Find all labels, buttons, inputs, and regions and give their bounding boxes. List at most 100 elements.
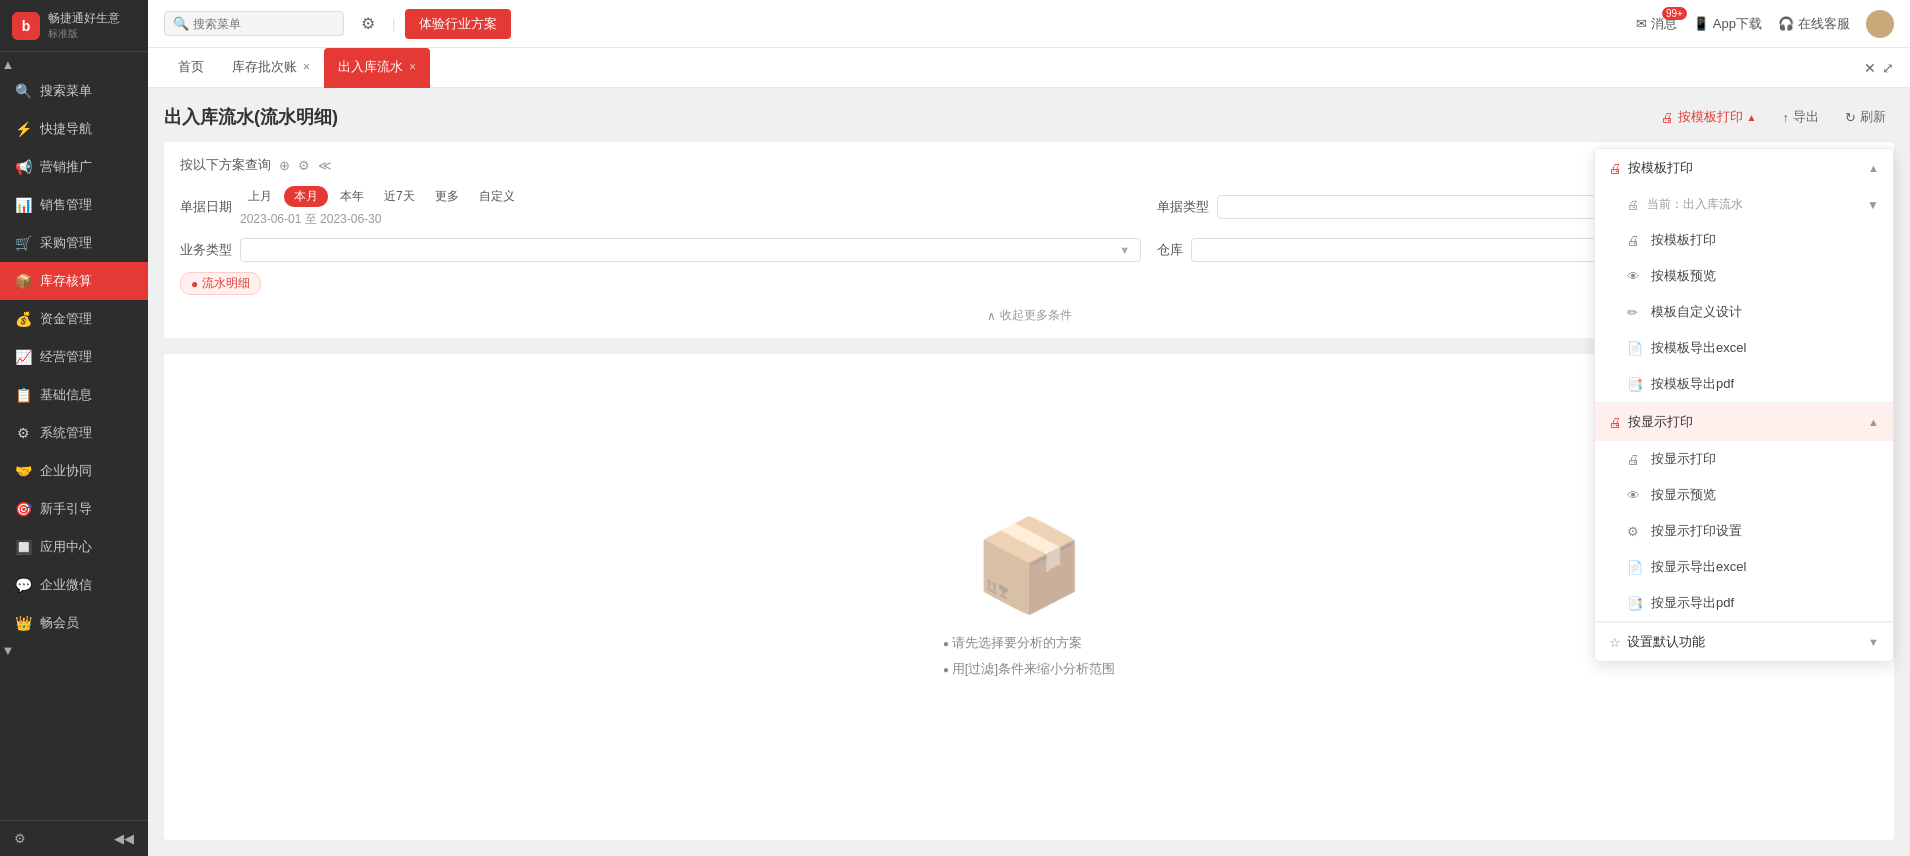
filter-header-label: 按以下方案查询 (180, 156, 271, 174)
sidebar-item-wechat[interactable]: 💬 企业微信 (0, 566, 148, 604)
crown-icon: 👑 (14, 615, 32, 631)
print-template-button[interactable]: 🖨 按模板打印 ▲ (1653, 104, 1765, 130)
flow-detail-tag[interactable]: ● 流水明细 (180, 272, 261, 295)
tab-flow-close[interactable]: × (409, 60, 416, 74)
template-current-icon: 🖨 (1627, 198, 1639, 212)
sidebar-item-label: 营销推广 (40, 158, 92, 176)
template-print-item[interactable]: 🖨 按模板打印 (1595, 222, 1893, 258)
sidebar-item-system[interactable]: ⚙ 系统管理 (0, 414, 148, 452)
tab-flow[interactable]: 出入库流水 × (324, 48, 430, 88)
megaphone-icon: 📢 (14, 159, 32, 175)
topbar-search-box[interactable]: 🔍 (164, 11, 344, 36)
sidebar-item-search[interactable]: 🔍 搜索菜单 (0, 72, 148, 110)
handshake-icon: 🤝 (14, 463, 32, 479)
sidebar-item-purchase[interactable]: 🛒 采购管理 (0, 224, 148, 262)
topbar-gear-button[interactable]: ⚙ (354, 10, 382, 38)
sidebar-item-cooperation[interactable]: 🤝 企业协同 (0, 452, 148, 490)
topbar-divider: | (392, 16, 395, 31)
template-print-header[interactable]: 🖨 按模板打印 ▲ (1595, 149, 1893, 187)
business-type-label: 业务类型 (180, 241, 232, 259)
page-title: 出入库流水(流水明细) (164, 105, 338, 129)
message-icon: ✉ (1636, 16, 1647, 31)
date-btn-7days[interactable]: 近7天 (376, 186, 423, 207)
display-preview-item[interactable]: 👁 按显示预览 (1595, 477, 1893, 513)
user-avatar[interactable] (1866, 10, 1894, 38)
sidebar-item-label: 应用中心 (40, 538, 92, 556)
tab-batch-close[interactable]: × (303, 60, 310, 74)
main-area: 🔍 ⚙ | 体验行业方案 ✉ 消息 99+ 📱 App下载 🎧 在线客服 (148, 0, 1910, 856)
business-type-dropdown[interactable]: ▼ (240, 238, 1141, 262)
sidebar-item-marketing[interactable]: 📢 营销推广 (0, 148, 148, 186)
display-export-excel-item[interactable]: 📄 按显示导出excel (1595, 549, 1893, 585)
template-export-excel-item[interactable]: 📄 按模板导出excel (1595, 330, 1893, 366)
grid-icon: 🔲 (14, 539, 32, 555)
search-input[interactable] (193, 17, 335, 31)
sidebar-item-finance[interactable]: 💰 资金管理 (0, 300, 148, 338)
tab-batch[interactable]: 库存批次账 × (218, 48, 324, 88)
filter-collapse-icon[interactable]: ≪ (318, 158, 332, 173)
pdf-icon: 📑 (1627, 377, 1643, 392)
filter-date-field: 单据日期 上月 本月 本年 近7天 更多 自定义 2023-06-01 至 20… (180, 186, 1141, 228)
template-design-item[interactable]: ✏ 模板自定义设计 (1595, 294, 1893, 330)
topbar: 🔍 ⚙ | 体验行业方案 ✉ 消息 99+ 📱 App下载 🎧 在线客服 (148, 0, 1910, 48)
clipboard-icon: 📋 (14, 387, 32, 403)
refresh-button[interactable]: ↻ 刷新 (1837, 104, 1894, 130)
set-default-button[interactable]: ☆ 设置默认功能 ▼ (1595, 622, 1893, 661)
display-printer-icon: 🖨 (1627, 452, 1643, 467)
settings-gear-icon[interactable]: ⚙ (14, 831, 26, 846)
date-btn-this-year[interactable]: 本年 (332, 186, 372, 207)
tab-close-all-icon[interactable]: ✕ (1864, 60, 1876, 76)
sidebar-collapse-icon[interactable]: ◀◀ (114, 831, 134, 846)
chat-icon: 💬 (14, 577, 32, 593)
display-print-item[interactable]: 🖨 按显示打印 (1595, 441, 1893, 477)
topbar-right: ✉ 消息 99+ 📱 App下载 🎧 在线客服 (1636, 10, 1894, 38)
display-print-header[interactable]: 🖨 按显示打印 ▲ (1595, 403, 1893, 441)
export-button[interactable]: ↑ 导出 (1775, 104, 1828, 130)
sidebar-footer: ⚙ ◀◀ (0, 820, 148, 856)
sidebar-item-app-center[interactable]: 🔲 应用中心 (0, 528, 148, 566)
filter-business-field: 业务类型 ▼ (180, 238, 1141, 262)
sidebar-item-inventory[interactable]: 📦 库存核算 (0, 262, 148, 300)
sidebar: b 畅捷通好生意 标准版 ▲ 🔍 搜索菜单 ⚡ 快捷导航 📢 营销推广 📊 销售… (0, 0, 148, 856)
trial-button[interactable]: 体验行业方案 (405, 9, 511, 39)
display-export-pdf-item[interactable]: 📑 按显示导出pdf (1595, 585, 1893, 621)
sidebar-item-operation[interactable]: 📈 经营管理 (0, 338, 148, 376)
search-icon: 🔍 (14, 83, 32, 99)
date-btn-last-month[interactable]: 上月 (240, 186, 280, 207)
sidebar-item-sales[interactable]: 📊 销售管理 (0, 186, 148, 224)
tab-expand-icon[interactable]: ⤢ (1882, 60, 1894, 76)
display-eye-icon: 👁 (1627, 488, 1643, 503)
date-btn-custom[interactable]: 自定义 (471, 186, 523, 207)
app-download-button[interactable]: 📱 App下载 (1693, 15, 1762, 33)
template-current-item[interactable]: 🖨 当前：出入库流水 ▼ (1595, 187, 1893, 222)
headset-icon: 🎧 (1778, 16, 1794, 31)
sidebar-item-label: 快捷导航 (40, 120, 92, 138)
sidebar-item-label: 企业微信 (40, 576, 92, 594)
sidebar-item-basic[interactable]: 📋 基础信息 (0, 376, 148, 414)
template-preview-item[interactable]: 👁 按模板预览 (1595, 258, 1893, 294)
sidebar-nav: ▲ 🔍 搜索菜单 ⚡ 快捷导航 📢 营销推广 📊 销售管理 🛒 采购管理 📦 库… (0, 52, 148, 820)
warehouse-label: 仓库 (1157, 241, 1183, 259)
sidebar-scroll-up[interactable]: ▲ (0, 56, 16, 72)
display-print-settings-item[interactable]: ⚙ 按显示打印设置 (1595, 513, 1893, 549)
date-btn-more[interactable]: 更多 (427, 186, 467, 207)
filter-settings-icon[interactable]: ⚙ (298, 158, 310, 173)
sidebar-item-label: 搜索菜单 (40, 82, 92, 100)
chart-icon: 📊 (14, 197, 32, 213)
app-logo-icon: b (12, 12, 40, 40)
eye-icon: 👁 (1627, 269, 1643, 284)
message-button[interactable]: ✉ 消息 99+ (1636, 15, 1677, 33)
online-service-button[interactable]: 🎧 在线客服 (1778, 15, 1850, 33)
tab-home[interactable]: 首页 (164, 48, 218, 88)
sidebar-item-label: 销售管理 (40, 196, 92, 214)
sidebar-logo: b 畅捷通好生意 标准版 (0, 0, 148, 52)
doc-type-label: 单据类型 (1157, 198, 1209, 216)
sidebar-item-guide[interactable]: 🎯 新手引导 (0, 490, 148, 528)
sidebar-item-member[interactable]: 👑 畅会员 (0, 604, 148, 642)
sidebar-scroll-down[interactable]: ▼ (0, 642, 16, 658)
template-export-pdf-item[interactable]: 📑 按模板导出pdf (1595, 366, 1893, 402)
date-btn-this-month[interactable]: 本月 (284, 186, 328, 207)
target-icon: 🎯 (14, 501, 32, 517)
sidebar-item-quick[interactable]: ⚡ 快捷导航 (0, 110, 148, 148)
filter-add-icon[interactable]: ⊕ (279, 158, 290, 173)
